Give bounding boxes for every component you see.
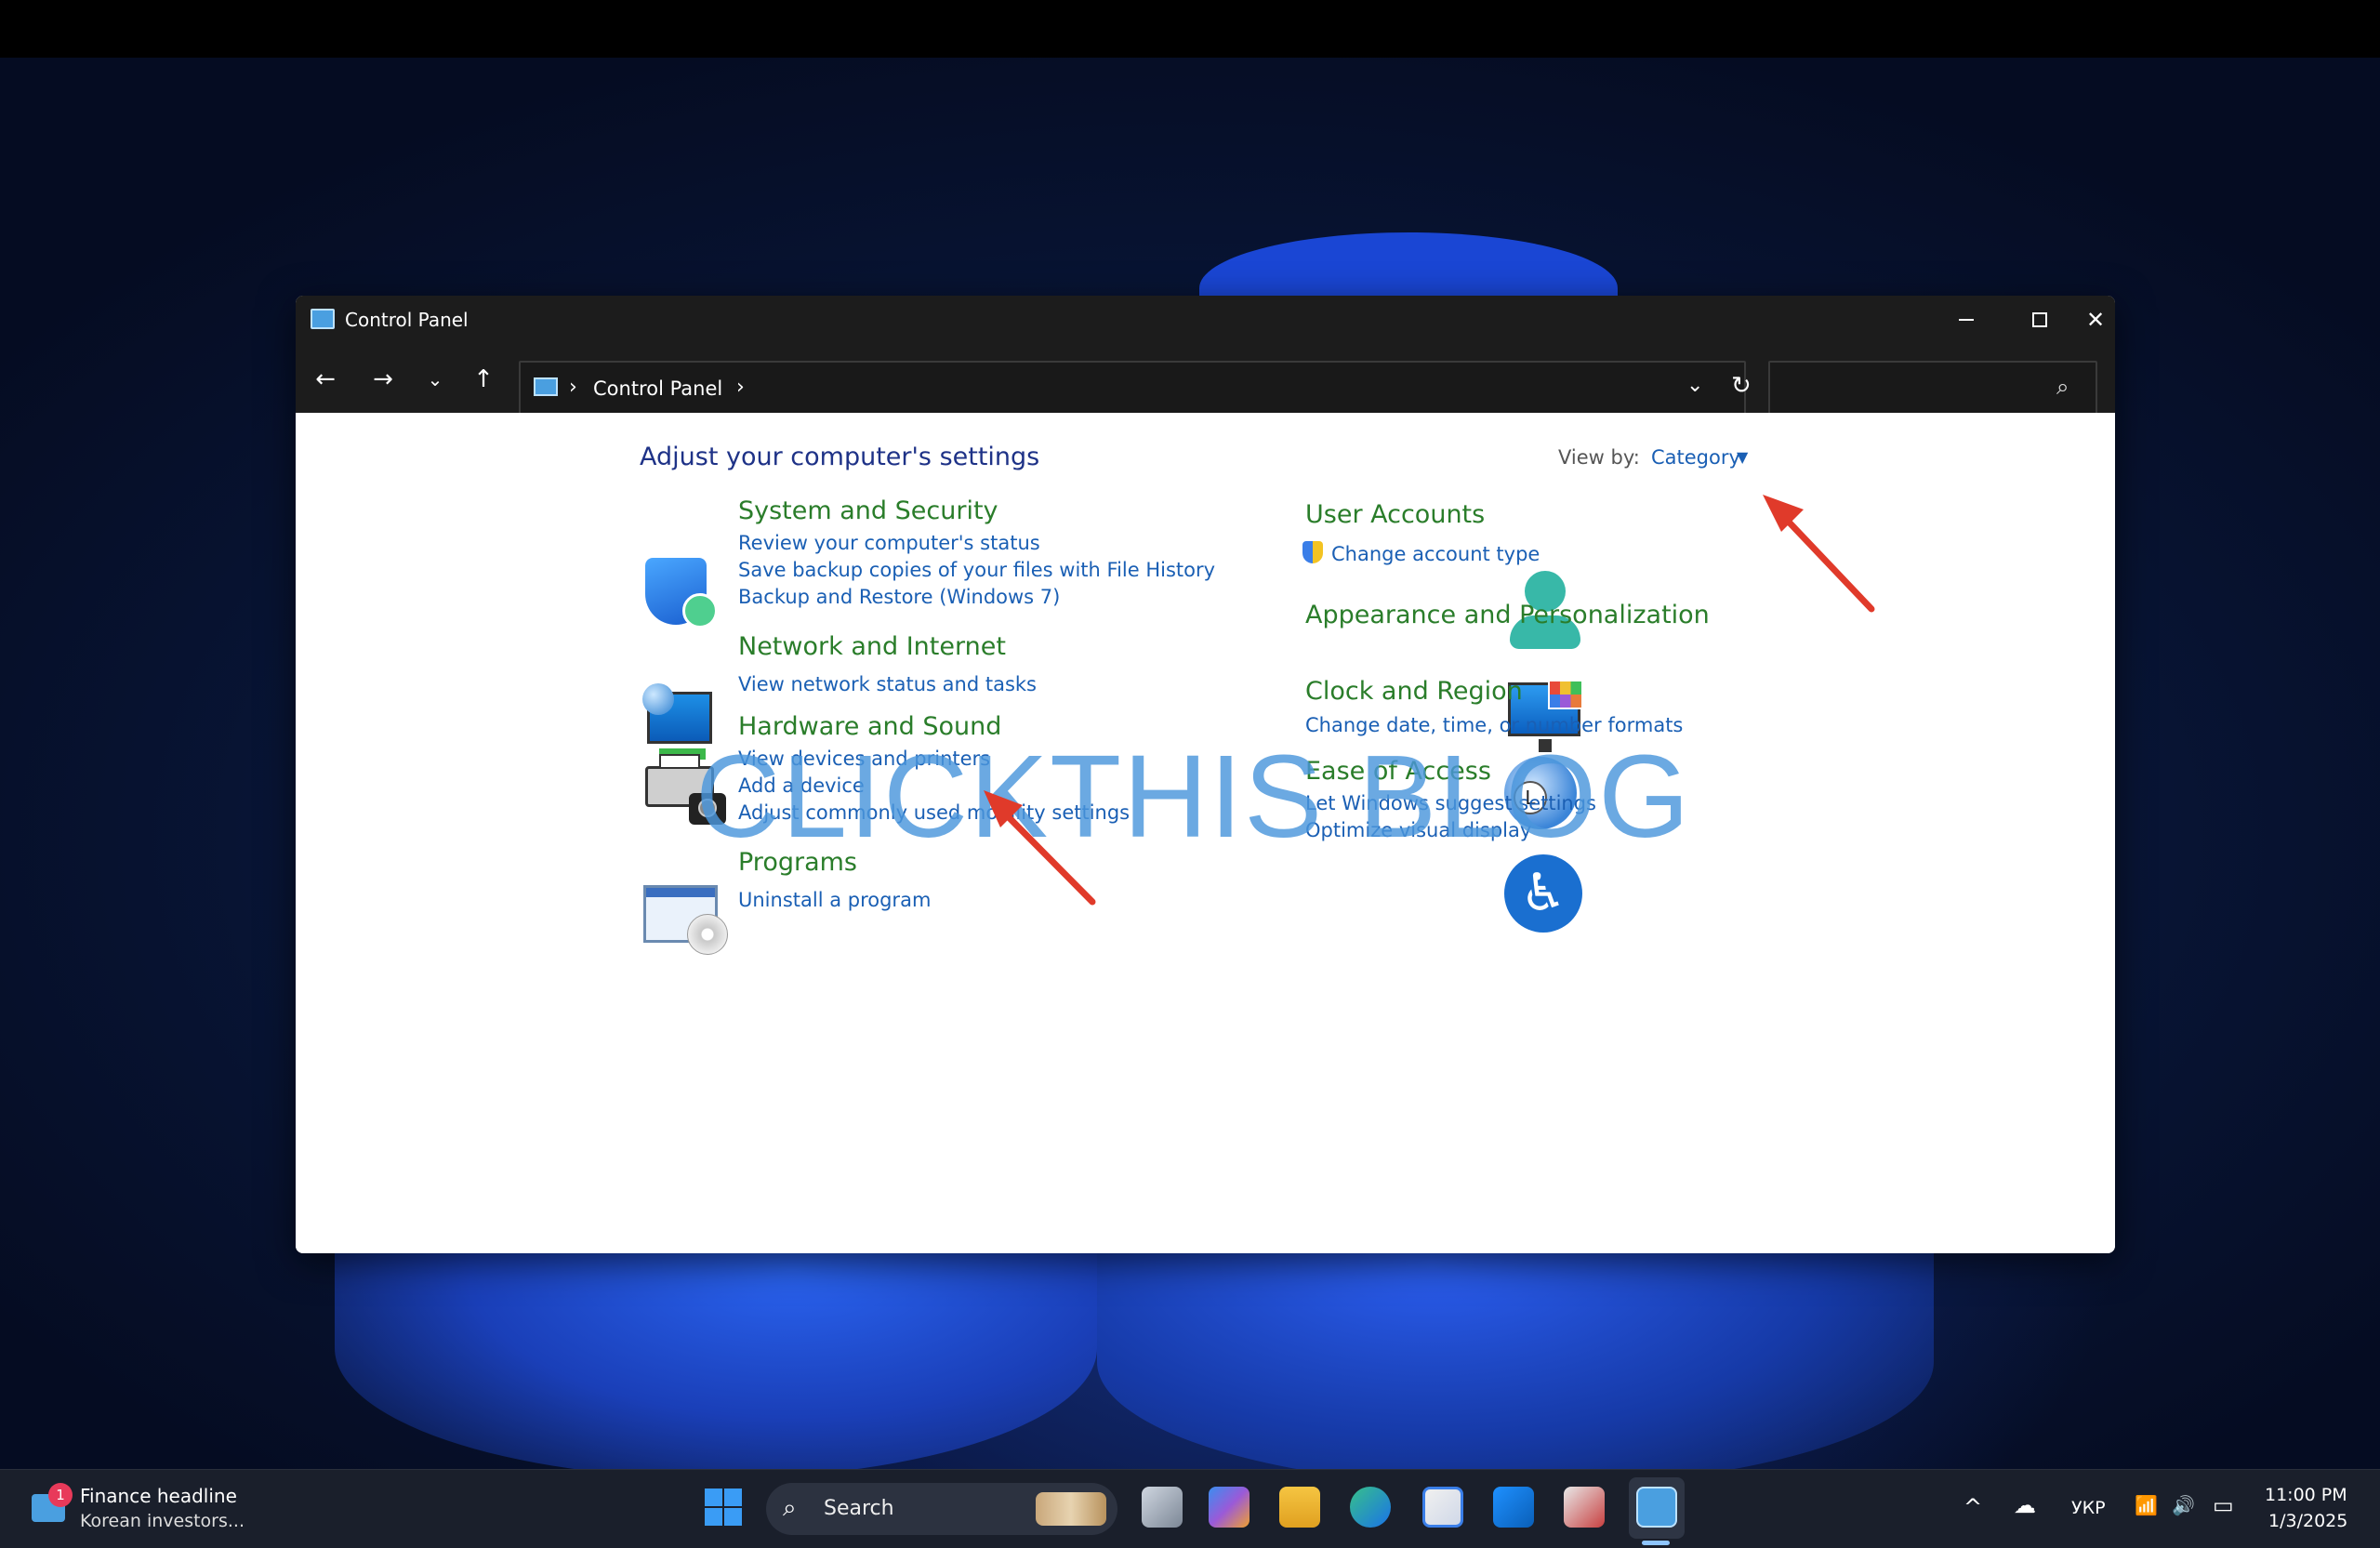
copilot-icon[interactable] [1209, 1487, 1250, 1528]
onedrive-cloud-icon[interactable]: ☁ [2014, 1492, 2036, 1518]
start-button[interactable] [705, 1488, 742, 1526]
language-indicator[interactable]: УКР [2071, 1498, 2106, 1518]
file-explorer-icon[interactable] [1279, 1487, 1320, 1528]
search-icon: ⌕ [783, 1494, 797, 1522]
clock-date[interactable]: 1/3/2025 [2268, 1511, 2347, 1531]
news-headline[interactable]: Finance headline [80, 1485, 237, 1507]
clock-time[interactable]: 11:00 PM [2265, 1485, 2347, 1505]
wifi-icon[interactable]: 📶 [2135, 1494, 2158, 1516]
outlook-icon[interactable] [1493, 1487, 1534, 1528]
microsoft-store-icon[interactable] [1422, 1487, 1463, 1528]
battery-icon[interactable]: ▭ [2213, 1492, 2234, 1518]
annotation-arrows [984, 495, 1875, 906]
taskbar-search[interactable]: ⌕ Search [766, 1483, 1117, 1535]
tray-chevron-icon[interactable]: ^ [1964, 1494, 1982, 1520]
news-subtitle[interactable]: Korean investors... [80, 1511, 245, 1531]
arrow-to-view-by [1763, 495, 1875, 613]
control-panel-taskbar-icon[interactable] [1636, 1487, 1677, 1528]
taskbar: 1 Finance headline Korean investors... ⌕… [0, 1469, 2380, 1548]
notification-badge: 1 [48, 1483, 73, 1507]
active-app-indicator [1642, 1541, 1670, 1545]
volume-icon[interactable]: 🔊 [2172, 1494, 2195, 1516]
task-view-icon[interactable] [1142, 1487, 1183, 1528]
arrow-to-hardware-sound [984, 790, 1096, 906]
app-icon[interactable] [1564, 1487, 1605, 1528]
search-highlight-image [1036, 1492, 1106, 1526]
edge-browser-icon[interactable] [1350, 1487, 1391, 1528]
taskbar-search-label: Search [824, 1497, 894, 1520]
